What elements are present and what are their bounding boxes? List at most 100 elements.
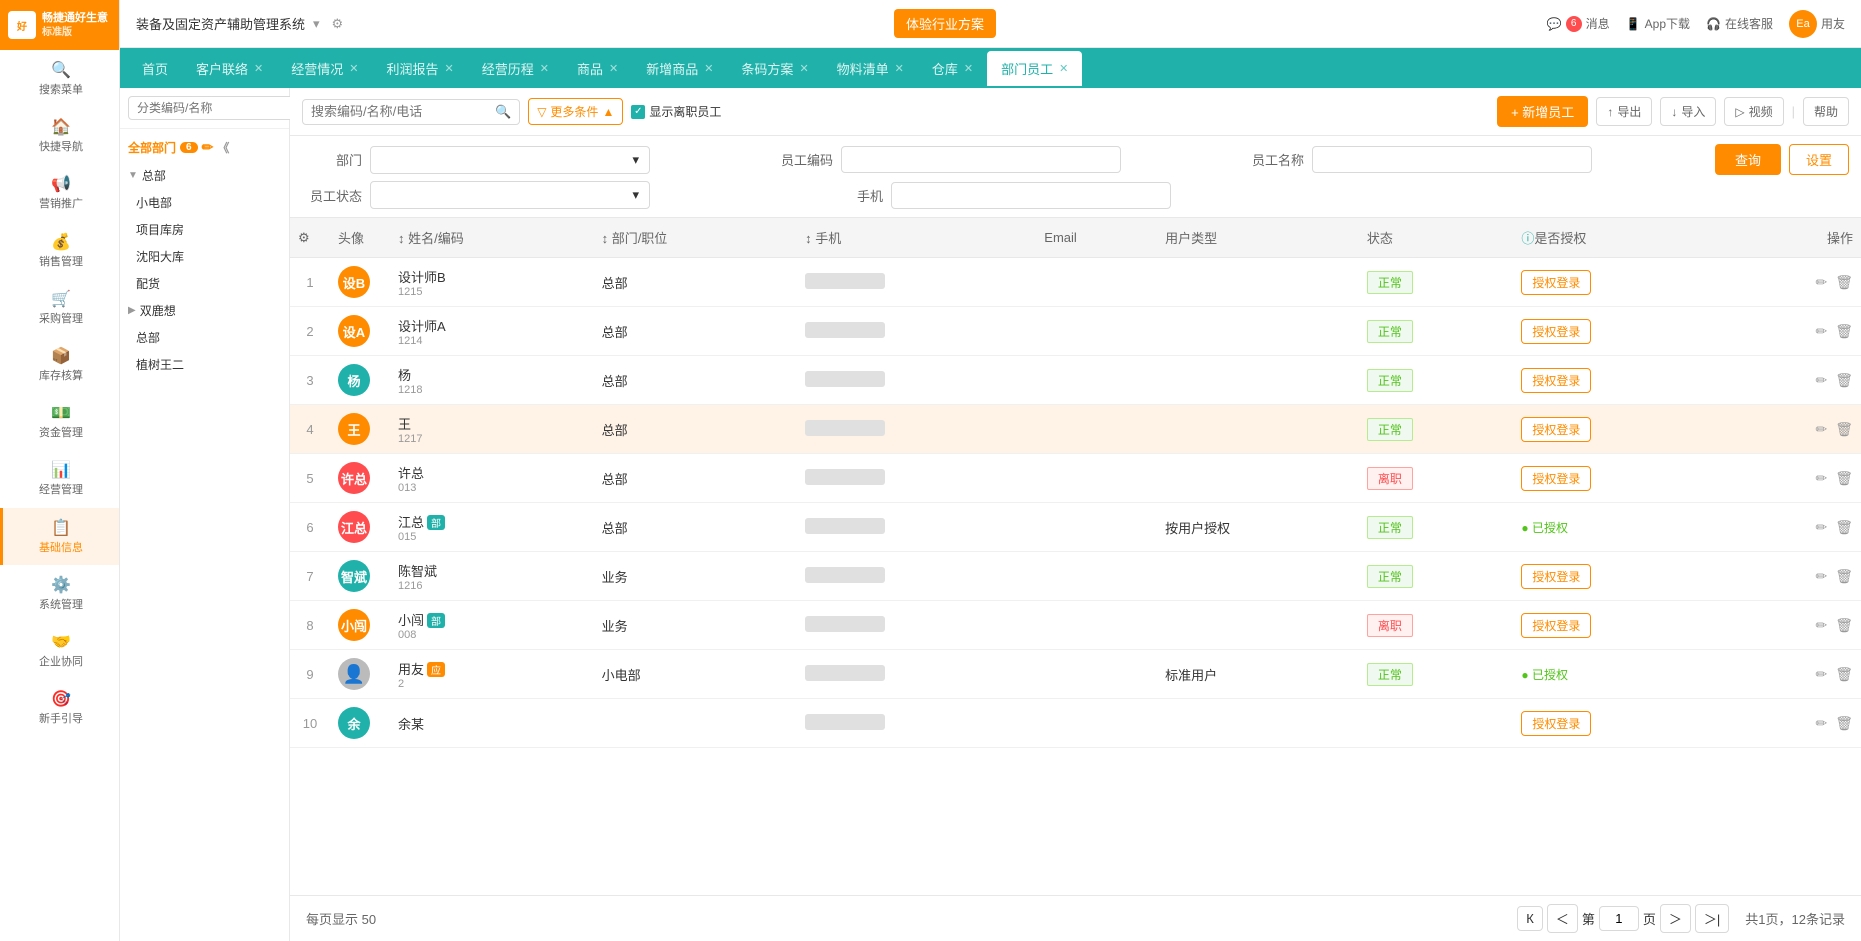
sidebar-item-search[interactable]: 🔍 搜索菜单	[0, 50, 119, 107]
close-icon[interactable]: ✕	[540, 62, 549, 75]
add-employee-button[interactable]: + 新增员工	[1497, 96, 1588, 127]
close-icon[interactable]: ✕	[895, 62, 904, 75]
prev-page-button[interactable]: ＜	[1547, 904, 1578, 933]
close-icon[interactable]: ✕	[704, 62, 713, 75]
auth-button[interactable]: 授权登录	[1521, 613, 1591, 638]
close-icon[interactable]: ✕	[964, 62, 973, 75]
close-icon[interactable]: ✕	[349, 62, 358, 75]
sidebar-item-inventory[interactable]: 📦 库存核算	[0, 336, 119, 393]
filter-dept-select[interactable]: ▾	[370, 146, 650, 174]
dept-item-shenyang[interactable]: 沈阳大库	[120, 243, 289, 270]
sidebar-item-system[interactable]: ⚙️ 系统管理	[0, 565, 119, 622]
sidebar-item-quicknav[interactable]: 🏠 快捷导航	[0, 107, 119, 164]
search-icon[interactable]: 🔍	[495, 104, 511, 120]
tab-goods[interactable]: 商品 ✕	[563, 51, 632, 86]
tab-bom[interactable]: 物料清单 ✕	[823, 51, 918, 86]
next-page-button[interactable]: ＞	[1660, 904, 1691, 933]
sidebar-item-marketing[interactable]: 📢 营销推广	[0, 164, 119, 221]
filter-status-select[interactable]: ▾	[370, 181, 650, 209]
tab-operation-status[interactable]: 经营情况 ✕	[277, 51, 372, 86]
tab-profit[interactable]: 利润报告 ✕	[372, 51, 467, 86]
settings-icon[interactable]: ⚙	[332, 16, 344, 32]
dept-collapse-icon[interactable]: 《	[217, 139, 229, 156]
delete-icon[interactable]: 🗑	[1835, 617, 1853, 634]
user-action[interactable]: Ea 用友	[1789, 10, 1845, 38]
show-resigned-toggle[interactable]: ✓ 显示离职员工	[631, 103, 721, 120]
auth-button[interactable]: 授权登录	[1521, 368, 1591, 393]
edit-icon[interactable]: ✏	[1815, 323, 1827, 340]
dropdown-icon[interactable]: ▾	[313, 16, 320, 32]
edit-icon[interactable]: ✏	[1815, 274, 1827, 291]
auth-button[interactable]: 授权登录	[1521, 319, 1591, 344]
first-page-button[interactable]: К	[1517, 906, 1543, 931]
edit-icon[interactable]: ✏	[1815, 715, 1827, 732]
close-icon[interactable]: ✕	[1059, 62, 1068, 75]
auth-button[interactable]: 授权登录	[1521, 466, 1591, 491]
close-icon[interactable]: ✕	[609, 62, 618, 75]
auth-button[interactable]: 授权登录	[1521, 711, 1591, 736]
filter-phone-input[interactable]	[891, 182, 1171, 209]
delete-icon[interactable]: 🗑	[1835, 666, 1853, 683]
delete-icon[interactable]: 🗑	[1835, 715, 1853, 732]
auth-button[interactable]: 授权登录	[1521, 564, 1591, 589]
delete-icon[interactable]: 🗑	[1835, 274, 1853, 291]
close-icon[interactable]: ✕	[254, 62, 263, 75]
sidebar-item-purchase[interactable]: 🛒 采购管理	[0, 279, 119, 336]
sidebar-item-sales[interactable]: 💰 销售管理	[0, 222, 119, 279]
set-button[interactable]: 设置	[1789, 144, 1849, 175]
last-page-button[interactable]: ＞|	[1695, 904, 1729, 933]
sidebar-item-enterprise[interactable]: 🤝 企业协同	[0, 622, 119, 679]
dept-item-distribution[interactable]: 配货	[120, 270, 289, 297]
dept-item-small-electric[interactable]: 小电部	[120, 189, 289, 216]
message-action[interactable]: 💬 6 消息	[1547, 15, 1610, 32]
edit-icon[interactable]: ✏	[1815, 519, 1827, 536]
edit-icon[interactable]: ✏	[1815, 666, 1827, 683]
delete-icon[interactable]: 🗑	[1835, 568, 1853, 585]
tab-home[interactable]: 首页	[128, 51, 182, 86]
tab-new-goods[interactable]: 新增商品 ✕	[632, 51, 727, 86]
tab-operation-history[interactable]: 经营历程 ✕	[468, 51, 563, 86]
sidebar-item-finance[interactable]: 💵 资金管理	[0, 393, 119, 450]
dept-item-zhishu[interactable]: 植树王二	[120, 351, 289, 378]
close-icon[interactable]: ✕	[799, 62, 808, 75]
dept-item-headquarters[interactable]: ▼ 总部	[120, 162, 289, 189]
auth-button[interactable]: 授权登录	[1521, 417, 1591, 442]
tab-employees[interactable]: 部门员工 ✕	[987, 51, 1082, 86]
close-icon[interactable]: ✕	[445, 62, 454, 75]
import-button[interactable]: ↓ 导入	[1660, 97, 1716, 126]
more-conditions-button[interactable]: ▽ 更多条件 ▲	[528, 98, 623, 125]
dept-item-shuangluxiang[interactable]: ▶ 双鹿想	[120, 297, 289, 324]
filter-empname-input[interactable]	[1312, 146, 1592, 173]
edit-icon[interactable]: ✏	[1815, 470, 1827, 487]
edit-icon[interactable]: ✏	[1815, 568, 1827, 585]
sidebar-item-operation[interactable]: 📊 经营管理	[0, 450, 119, 507]
delete-icon[interactable]: 🗑	[1835, 470, 1853, 487]
dept-edit-icon[interactable]: ✏	[202, 139, 214, 156]
page-number-input[interactable]	[1599, 906, 1639, 931]
dept-header[interactable]: 全部部门 6 ✏ 《	[120, 133, 289, 162]
edit-icon[interactable]: ✏	[1815, 372, 1827, 389]
filter-empcode-input[interactable]	[841, 146, 1121, 173]
experience-button[interactable]: 体验行业方案	[894, 9, 996, 38]
view-button[interactable]: ▷ 视频	[1724, 97, 1783, 126]
delete-icon[interactable]: 🗑	[1835, 421, 1853, 438]
sidebar-item-basic[interactable]: 📋 基础信息	[0, 508, 119, 565]
export-button[interactable]: ↑ 导出	[1596, 97, 1652, 126]
settings-icon[interactable]: ⚙	[298, 230, 310, 245]
auth-button[interactable]: 授权登录	[1521, 270, 1591, 295]
help-button[interactable]: 帮助	[1803, 97, 1849, 126]
dept-search-input[interactable]	[128, 96, 301, 120]
edit-icon[interactable]: ✏	[1815, 617, 1827, 634]
tab-warehouse[interactable]: 仓库 ✕	[918, 51, 987, 86]
delete-icon[interactable]: 🗑	[1835, 323, 1853, 340]
query-button[interactable]: 查询	[1715, 144, 1781, 175]
edit-icon[interactable]: ✏	[1815, 421, 1827, 438]
dept-item-project-warehouse[interactable]: 项目库房	[120, 216, 289, 243]
delete-icon[interactable]: 🗑	[1835, 519, 1853, 536]
dept-item-hq2[interactable]: 总部	[120, 324, 289, 351]
online-service-action[interactable]: 🎧 在线客服	[1706, 15, 1773, 32]
delete-icon[interactable]: 🗑	[1835, 372, 1853, 389]
tab-barcode[interactable]: 条码方案 ✕	[727, 51, 822, 86]
sidebar-item-guide[interactable]: 🎯 新手引导	[0, 679, 119, 736]
search-input[interactable]	[311, 104, 491, 119]
